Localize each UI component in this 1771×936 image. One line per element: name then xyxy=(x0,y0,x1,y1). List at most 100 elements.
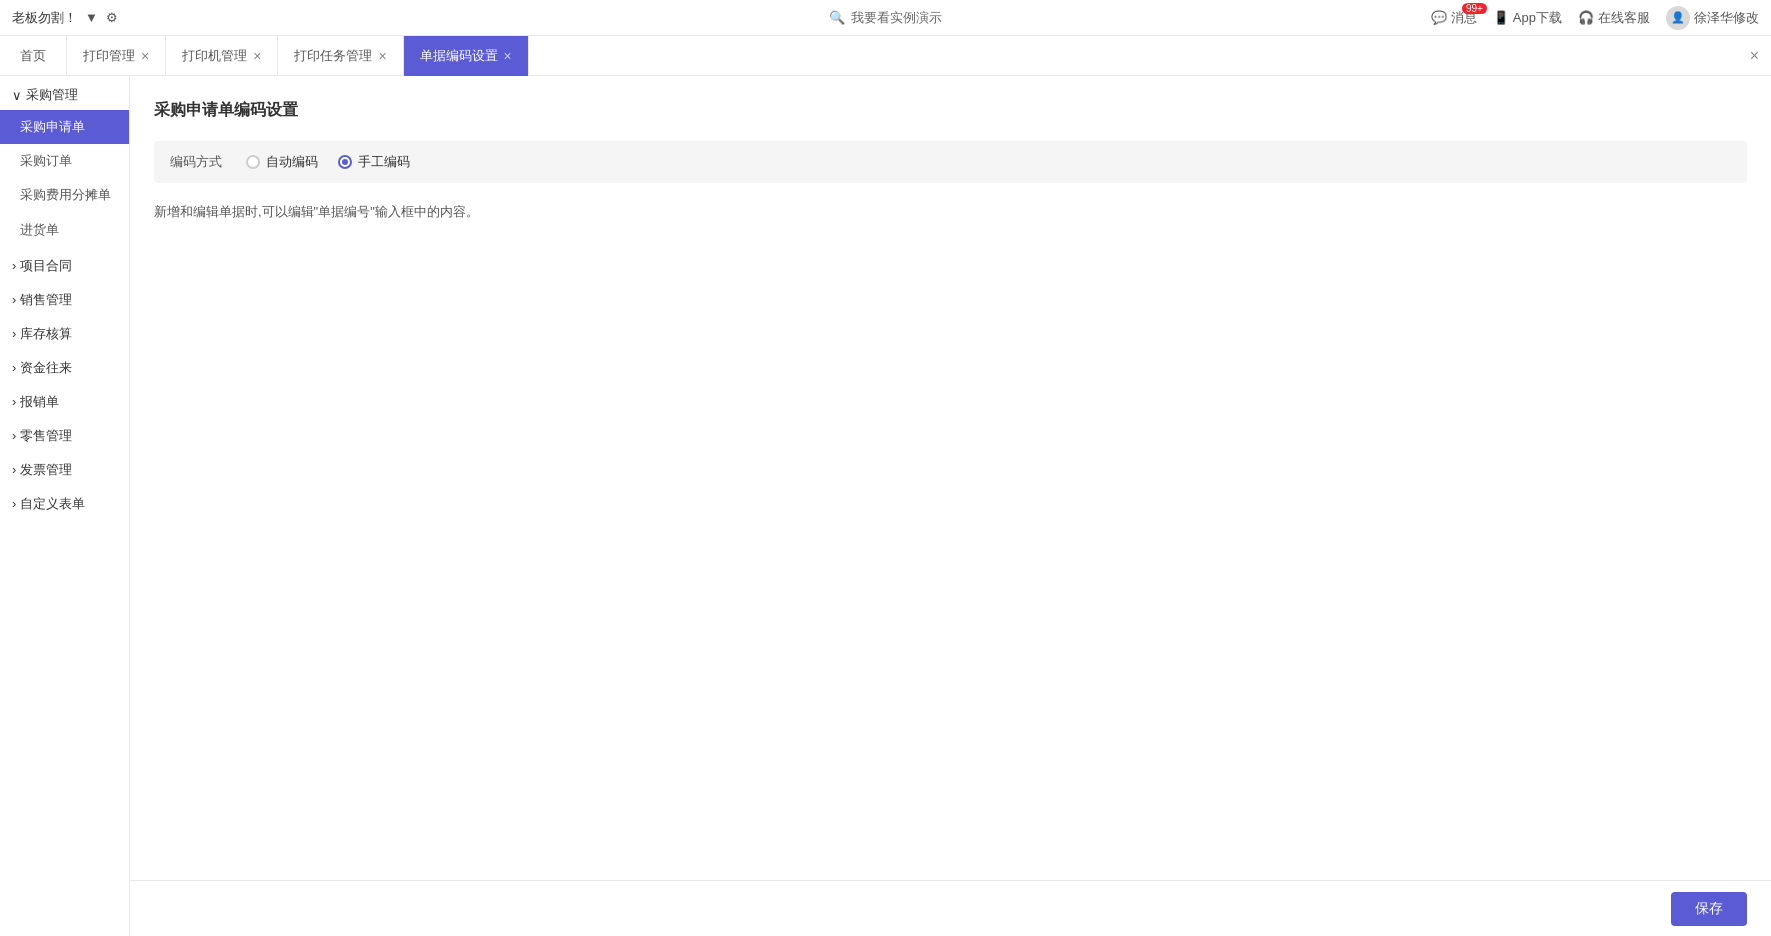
message-btn[interactable]: 💬 消息 99+ xyxy=(1431,9,1477,27)
tab-bar: 首页 打印管理 × 打印机管理 × 打印任务管理 × 单据编码设置 × × xyxy=(0,36,1771,76)
sidebar-group-custom-form-label: 自定义表单 xyxy=(20,495,85,513)
tab-home-label: 首页 xyxy=(20,47,46,65)
tab-print-task-mgmt-label: 打印任务管理 xyxy=(294,47,372,65)
content-area: 采购申请单编码设置 编码方式 自动编码 手工编码 xyxy=(130,76,1771,880)
chevron-right-icon: › xyxy=(12,360,16,375)
sidebar-group-sales-label: 销售管理 xyxy=(20,291,72,309)
tab-voucher-code[interactable]: 单据编码设置 × xyxy=(404,36,529,76)
app-download-label: App下载 xyxy=(1513,9,1562,27)
radio-manual-circle[interactable] xyxy=(338,155,352,169)
sidebar: ∨ 采购管理 采购申请单 采购订单 采购费用分摊单 进货单 › 项目合同 xyxy=(0,76,130,936)
sidebar-group-retail: › 零售管理 xyxy=(0,417,129,451)
sidebar-group-sales-header[interactable]: › 销售管理 xyxy=(0,281,129,315)
chevron-down-icon: ∨ xyxy=(12,88,22,103)
sidebar-group-purchase: ∨ 采购管理 采购申请单 采购订单 采购费用分摊单 进货单 xyxy=(0,76,129,247)
sidebar-group-purchase-header[interactable]: ∨ 采购管理 xyxy=(0,76,129,110)
online-service-icon: 🎧 xyxy=(1578,10,1594,25)
dropdown-btn[interactable]: ▼ xyxy=(85,10,98,25)
online-service-label: 在线客服 xyxy=(1598,9,1650,27)
sidebar-group-custom-form: › 自定义表单 xyxy=(0,485,129,519)
close-all-btn[interactable]: × xyxy=(1738,47,1771,65)
close-icon[interactable]: × xyxy=(253,48,261,64)
message-badge: 99+ xyxy=(1462,3,1487,14)
tab-home[interactable]: 首页 xyxy=(0,36,67,76)
tab-printer-mgmt[interactable]: 打印机管理 × xyxy=(166,36,278,76)
sidebar-group-inventory-header[interactable]: › 库存核算 xyxy=(0,315,129,349)
sidebar-group-invoice-header[interactable]: › 发票管理 xyxy=(0,451,129,485)
sidebar-group-retail-header[interactable]: › 零售管理 xyxy=(0,417,129,451)
sidebar-group-invoice-label: 发票管理 xyxy=(20,461,72,479)
sidebar-group-project-contract-header[interactable]: › 项目合同 xyxy=(0,247,129,281)
chevron-right-icon: › xyxy=(12,258,16,273)
online-service-btn[interactable]: 🎧 在线客服 xyxy=(1578,9,1650,27)
sidebar-item-purchase-expense-label: 采购费用分摊单 xyxy=(20,187,111,202)
save-button[interactable]: 保存 xyxy=(1671,892,1747,926)
radio-group: 自动编码 手工编码 xyxy=(246,153,410,171)
chevron-right-icon: › xyxy=(12,496,16,511)
sidebar-group-inventory: › 库存核算 xyxy=(0,315,129,349)
sidebar-group-project-contract-label: 项目合同 xyxy=(20,257,72,275)
app-download-btn[interactable]: 📱 App下载 xyxy=(1493,9,1562,27)
tab-print-task-mgmt[interactable]: 打印任务管理 × xyxy=(278,36,403,76)
chevron-down-icon: ▼ xyxy=(85,10,98,25)
sidebar-group-sales: › 销售管理 xyxy=(0,281,129,315)
sidebar-group-capital: › 资金往来 xyxy=(0,349,129,383)
tab-printer-mgmt-label: 打印机管理 xyxy=(182,47,247,65)
chevron-right-icon: › xyxy=(12,394,16,409)
avatar: 👤 xyxy=(1666,6,1690,30)
sidebar-item-goods-receipt-label: 进货单 xyxy=(20,222,59,237)
sidebar-group-purchase-label: 采购管理 xyxy=(26,86,78,104)
sidebar-group-custom-form-header[interactable]: › 自定义表单 xyxy=(0,485,129,519)
app-logo: 老板勿割！ xyxy=(12,9,77,27)
close-icon[interactable]: × xyxy=(504,48,512,64)
sidebar-item-purchase-expense[interactable]: 采购费用分摊单 xyxy=(0,178,129,212)
tab-print-mgmt-label: 打印管理 xyxy=(83,47,135,65)
user-profile-btn[interactable]: 👤 徐泽华修改 xyxy=(1666,6,1759,30)
settings-btn[interactable]: ⚙ xyxy=(106,10,118,25)
sidebar-group-expense-claim-header[interactable]: › 报销单 xyxy=(0,383,129,417)
sidebar-group-capital-header[interactable]: › 资金往来 xyxy=(0,349,129,383)
radio-auto-label: 自动编码 xyxy=(266,153,318,171)
radio-auto-circle[interactable] xyxy=(246,155,260,169)
layout: ∨ 采购管理 采购申请单 采购订单 采购费用分摊单 进货单 › 项目合同 xyxy=(0,76,1771,936)
sidebar-item-goods-receipt[interactable]: 进货单 xyxy=(0,213,129,247)
close-icon[interactable]: × xyxy=(378,48,386,64)
sidebar-group-invoice: › 发票管理 xyxy=(0,451,129,485)
chevron-right-icon: › xyxy=(12,428,16,443)
content-footer: 保存 xyxy=(130,880,1771,936)
tab-print-mgmt[interactable]: 打印管理 × xyxy=(67,36,166,76)
sidebar-item-purchase-order-label: 采购订单 xyxy=(20,153,72,168)
encoding-label: 编码方式 xyxy=(170,153,222,171)
hint-text: 新增和编辑单据时,可以编辑"单据编号"输入框中的内容。 xyxy=(154,203,1747,221)
chevron-right-icon: › xyxy=(12,326,16,341)
chevron-right-icon: › xyxy=(12,462,16,477)
search-text: 我要看实例演示 xyxy=(851,9,942,27)
sidebar-group-expense-claim: › 报销单 xyxy=(0,383,129,417)
sidebar-group-retail-label: 零售管理 xyxy=(20,427,72,445)
sidebar-group-capital-label: 资金往来 xyxy=(20,359,72,377)
page-title: 采购申请单编码设置 xyxy=(154,100,1747,121)
form-section: 编码方式 自动编码 手工编码 新增和编辑单据时,可以编辑"单据编号"输入框中的内… xyxy=(154,141,1747,221)
radio-manual-encoding[interactable]: 手工编码 xyxy=(338,153,410,171)
top-bar-left: 老板勿割！ ▼ ⚙ xyxy=(12,9,118,27)
sidebar-group-expense-claim-label: 报销单 xyxy=(20,393,59,411)
sidebar-group-project-contract: › 项目合同 xyxy=(0,247,129,281)
search-area[interactable]: 🔍 我要看实例演示 xyxy=(829,9,942,27)
close-icon[interactable]: × xyxy=(141,48,149,64)
encoding-row: 编码方式 自动编码 手工编码 xyxy=(154,141,1747,183)
user-name: 徐泽华修改 xyxy=(1694,9,1759,27)
top-bar: 老板勿割！ ▼ ⚙ 🔍 我要看实例演示 💬 消息 99+ 📱 App下载 🎧 在… xyxy=(0,0,1771,36)
radio-auto-encoding[interactable]: 自动编码 xyxy=(246,153,318,171)
chevron-right-icon: › xyxy=(12,292,16,307)
main-content: 采购申请单编码设置 编码方式 自动编码 手工编码 xyxy=(130,76,1771,936)
top-bar-right: 💬 消息 99+ 📱 App下载 🎧 在线客服 👤 徐泽华修改 xyxy=(1431,6,1759,30)
gear-icon: ⚙ xyxy=(106,10,118,25)
sidebar-item-purchase-request-label: 采购申请单 xyxy=(20,119,85,134)
search-icon: 🔍 xyxy=(829,10,845,25)
radio-manual-label: 手工编码 xyxy=(358,153,410,171)
sidebar-group-inventory-label: 库存核算 xyxy=(20,325,72,343)
message-icon: 💬 xyxy=(1431,10,1447,25)
sidebar-item-purchase-request[interactable]: 采购申请单 xyxy=(0,110,129,144)
sidebar-item-purchase-order[interactable]: 采购订单 xyxy=(0,144,129,178)
app-download-icon: 📱 xyxy=(1493,10,1509,25)
